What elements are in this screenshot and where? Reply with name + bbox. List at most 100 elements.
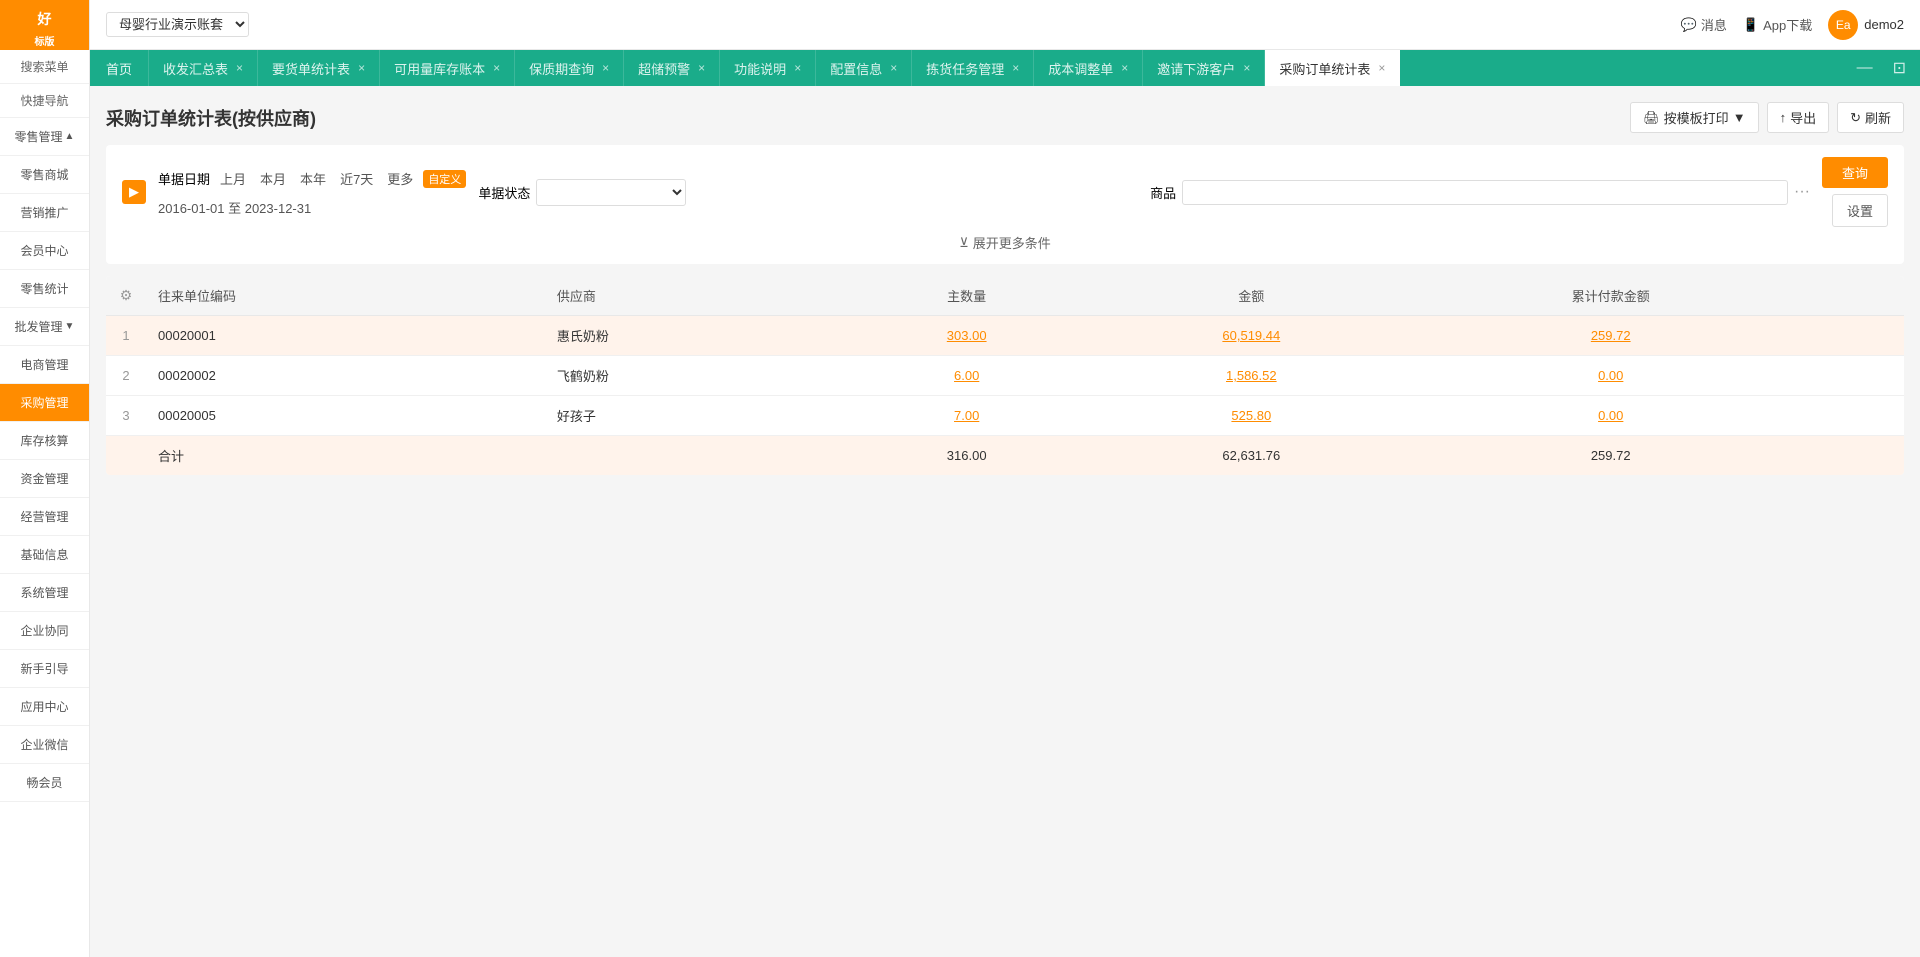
tab-maximize-icon[interactable]: ⊡ [1887, 56, 1912, 80]
sidebar-item-member[interactable]: 会员中心 [0, 232, 89, 270]
message-button[interactable]: 💬 消息 [1681, 15, 1727, 34]
row-qty[interactable]: 6.00 [842, 356, 1091, 396]
col-paid: 累计付款金额 [1411, 276, 1810, 316]
sidebar-item-collab[interactable]: 企业协同 [0, 612, 89, 650]
tabbar-actions: — ⊡ [1843, 56, 1920, 80]
user-area[interactable]: Ea demo2 [1828, 10, 1904, 40]
row-qty[interactable]: 7.00 [842, 396, 1091, 436]
table-header-row: ⚙ 往来单位编码 供应商 主数量 金额 累计付款金额 [106, 276, 1904, 316]
tab-close-icon[interactable]: × [1012, 61, 1019, 75]
sidebar-item-vip[interactable]: 畅会员 [0, 764, 89, 802]
sidebar-item-pifa[interactable]: 批发管理 ▼ [0, 308, 89, 346]
sidebar-item-ops[interactable]: 经营管理 [0, 498, 89, 536]
zero-mall-label: 零售商城 [20, 168, 68, 182]
tab-home-label: 首页 [106, 59, 132, 78]
workspace-selector[interactable]: 母婴行业演示账套 [106, 12, 249, 37]
row-num: 3 [106, 396, 146, 436]
tab-chengben[interactable]: 成本调整单 × [1034, 50, 1143, 86]
status-select[interactable] [536, 179, 686, 206]
table-row: 3 00020005 好孩子 7.00 525.80 0.00 [106, 396, 1904, 436]
row-amount[interactable]: 60,519.44 [1091, 316, 1411, 356]
sidebar-item-zero-sales[interactable]: 零售管理 ▲ [0, 118, 89, 156]
settings-button[interactable]: 设置 [1832, 194, 1888, 227]
tab-close-icon[interactable]: × [602, 61, 609, 75]
date-this-month[interactable]: 本月 [256, 167, 290, 190]
date-this-year[interactable]: 本年 [296, 167, 330, 190]
sidebar-item-basic[interactable]: 基础信息 [0, 536, 89, 574]
tab-keyongliang[interactable]: 可用量库存账本 × [380, 50, 515, 86]
tab-close-icon[interactable]: × [1121, 61, 1128, 75]
sidebar-item-zero-mall[interactable]: 零售商城 [0, 156, 89, 194]
date-custom-badge[interactable]: 自定义 [423, 170, 466, 188]
tab-home[interactable]: 首页 [90, 50, 149, 86]
chevron-down-icon: ▼ [65, 321, 75, 332]
tab-close-icon[interactable]: × [493, 61, 500, 75]
status-filter-group: 单据状态 [478, 179, 1138, 206]
sidebar-item-marketing[interactable]: 营销推广 [0, 194, 89, 232]
tab-caigou-label: 采购订单统计表 [1279, 59, 1370, 78]
row-paid[interactable]: 259.72 [1411, 316, 1810, 356]
print-button[interactable]: 🖨 按模板打印 ▼ [1630, 102, 1758, 133]
sidebar-item-ecom[interactable]: 电商管理 [0, 346, 89, 384]
tab-close-icon[interactable]: × [236, 61, 243, 75]
query-button[interactable]: 查询 [1822, 157, 1888, 188]
tab-yaohuodanj[interactable]: 要货单统计表 × [258, 50, 380, 86]
sidebar-item-newguide[interactable]: 新手引导 [0, 650, 89, 688]
quick-nav[interactable]: 快捷导航 [0, 84, 89, 118]
sidebar-item-inventory[interactable]: 库存核算 [0, 422, 89, 460]
tab-close-icon[interactable]: × [358, 61, 365, 75]
tab-chaochu[interactable]: 超储预警 × [624, 50, 720, 86]
table-footer-row: 合计 316.00 62,631.76 259.72 [106, 436, 1904, 476]
tab-baozhi[interactable]: 保质期查询 × [515, 50, 624, 86]
page-actions: 🖨 按模板打印 ▼ ↑ 导出 ↻ 刷新 [1630, 102, 1904, 133]
row-paid[interactable]: 0.00 [1411, 356, 1810, 396]
row-amount[interactable]: 1,586.52 [1091, 356, 1411, 396]
goods-filter-group: 商品 ··· [1150, 180, 1810, 205]
refresh-button[interactable]: ↻ 刷新 [1837, 102, 1904, 133]
tab-peizhi[interactable]: 配置信息 × [816, 50, 912, 86]
date-more[interactable]: 更多 [383, 167, 417, 190]
date-last-month[interactable]: 上月 [216, 167, 250, 190]
row-extra [1810, 356, 1904, 396]
tab-close-icon[interactable]: × [1243, 61, 1250, 75]
gear-icon[interactable]: ⚙ [120, 287, 133, 303]
sidebar-item-finance[interactable]: 资金管理 [0, 460, 89, 498]
tab-baozhi-label: 保质期查询 [529, 59, 594, 78]
expand-more-button[interactable]: ⊻ 展开更多条件 [959, 233, 1051, 252]
date-filter-label: 单据日期 [158, 169, 210, 188]
row-qty[interactable]: 303.00 [842, 316, 1091, 356]
tab-caigou-close-icon[interactable]: × [1378, 61, 1385, 75]
marketing-label: 营销推广 [20, 206, 68, 220]
app-download-button[interactable]: 📱 App下载 [1743, 15, 1812, 34]
date-7days[interactable]: 近7天 [336, 167, 377, 190]
row-supplier: 惠氏奶粉 [545, 316, 842, 356]
row-paid[interactable]: 0.00 [1411, 396, 1810, 436]
page-title: 采购订单统计表(按供应商) [106, 105, 316, 131]
sidebar-item-purchase[interactable]: 采购管理 [0, 384, 89, 422]
tab-shoufahuizhong[interactable]: 收发汇总表 × [149, 50, 258, 86]
purchase-label: 采购管理 [20, 396, 68, 410]
date-range-display: 2016-01-01 至 2023-12-31 [158, 198, 466, 217]
tab-pihuo[interactable]: 拣货任务管理 × [912, 50, 1034, 86]
tab-caigou[interactable]: 采购订单统计表 × [1265, 50, 1400, 86]
row-num: 2 [106, 356, 146, 396]
search-menu[interactable]: 搜索菜单 [0, 50, 89, 84]
tab-close-icon[interactable]: × [794, 61, 801, 75]
goods-more-icon[interactable]: ··· [1794, 183, 1810, 201]
filter-collapse-button[interactable]: ▶ [122, 180, 146, 204]
tab-keyongliang-label: 可用量库存账本 [394, 59, 485, 78]
tab-close-icon[interactable]: × [698, 61, 705, 75]
export-button[interactable]: ↑ 导出 [1767, 102, 1830, 133]
row-amount[interactable]: 525.80 [1091, 396, 1411, 436]
appstore-label: 应用中心 [20, 700, 68, 714]
sidebar-item-appstore[interactable]: 应用中心 [0, 688, 89, 726]
tab-minimize-icon[interactable]: — [1851, 57, 1879, 79]
sidebar-item-wechat[interactable]: 企业微信 [0, 726, 89, 764]
tab-close-icon[interactable]: × [890, 61, 897, 75]
tab-yaoqing[interactable]: 邀请下游客户 × [1143, 50, 1265, 86]
zero-sales-label: 零售管理 [15, 128, 63, 145]
tab-gongneng[interactable]: 功能说明 × [720, 50, 816, 86]
sidebar-item-zero-stats[interactable]: 零售统计 [0, 270, 89, 308]
goods-input[interactable] [1182, 180, 1788, 205]
sidebar-item-sys[interactable]: 系统管理 [0, 574, 89, 612]
